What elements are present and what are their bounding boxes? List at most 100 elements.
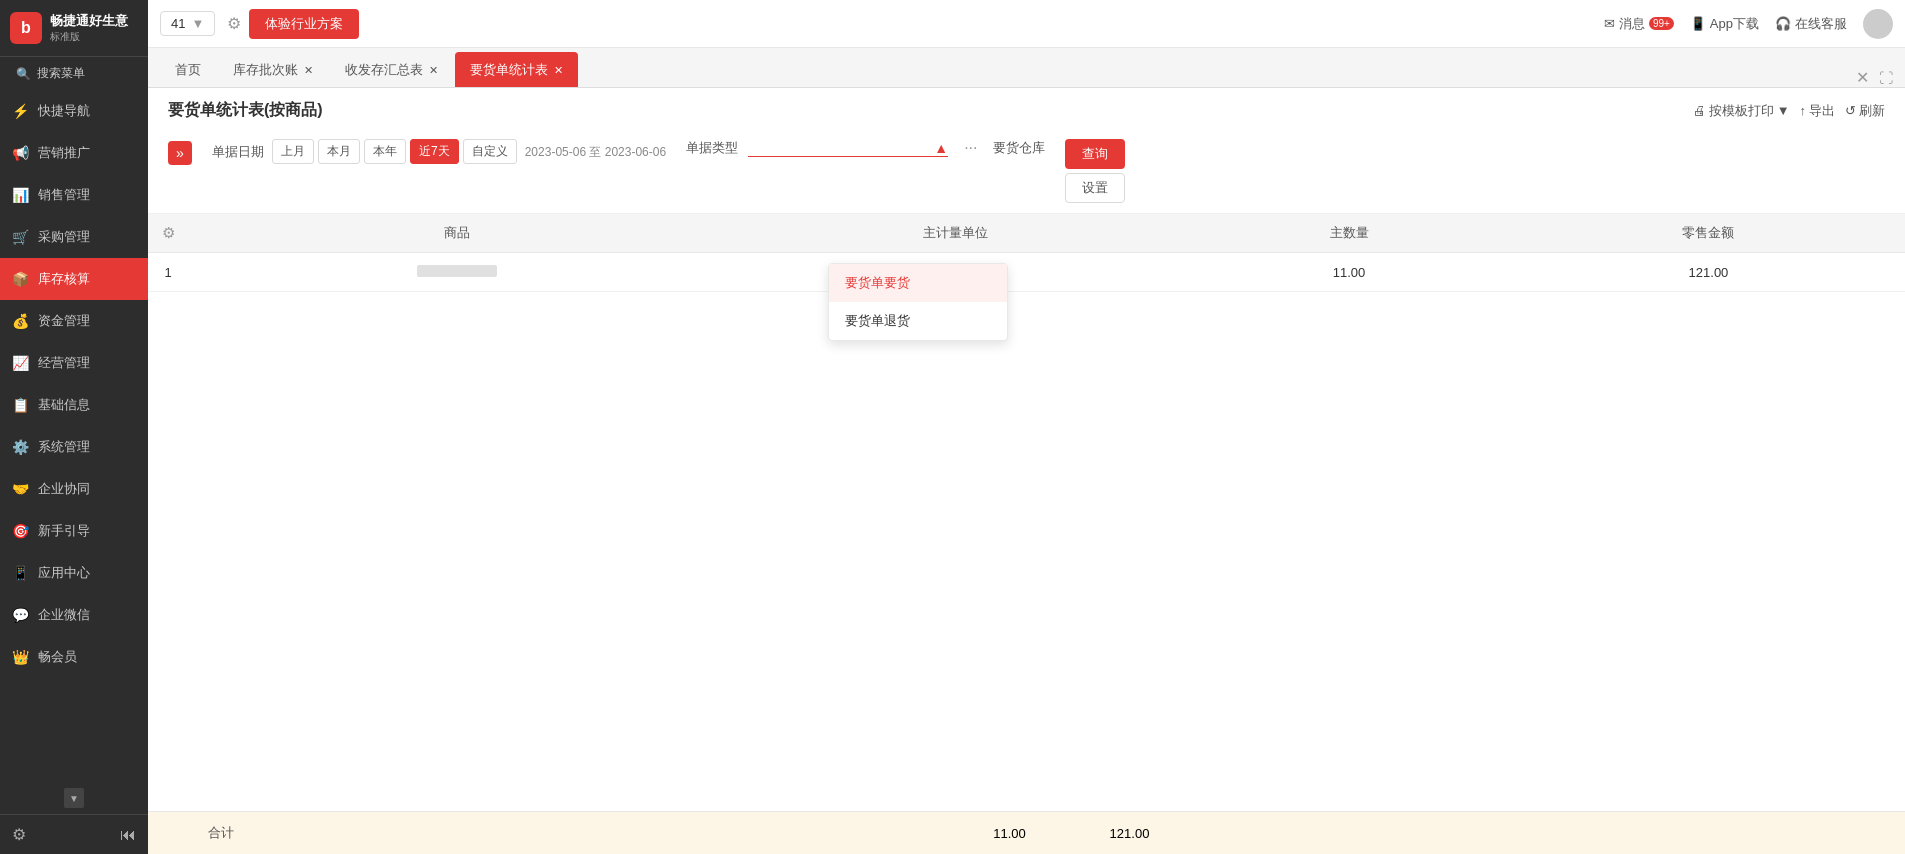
sidebar-item-enterprise[interactable]: 🤝 企业协同 [0, 468, 148, 510]
sidebar-item-purchase-label: 采购管理 [38, 228, 90, 246]
scroll-down-button[interactable]: ▼ [64, 788, 84, 808]
filter-right-group: 单据类型 ▲ ··· 要货仓库 [686, 139, 1045, 157]
filter-type-select-wrapper[interactable]: ▲ [748, 140, 948, 157]
tabbar-close-all-icon[interactable]: ✕ [1852, 68, 1873, 87]
filter-btn-last-month[interactable]: 上月 [272, 139, 314, 164]
settings-footer-icon[interactable]: ⚙ [12, 825, 26, 844]
app-download-icon: 📱 [1690, 16, 1706, 31]
online-service-icon: 🎧 [1775, 16, 1791, 31]
app-center-icon: 📱 [10, 563, 30, 583]
sidebar-item-operation[interactable]: 📈 经营管理 [0, 342, 148, 384]
collapse-sidebar-icon[interactable]: ⏮ [120, 826, 136, 844]
total-amount: 121.00 [1070, 826, 1190, 841]
sidebar-item-sales-label: 销售管理 [38, 186, 90, 204]
sidebar-item-marketing[interactable]: 📢 营销推广 [0, 132, 148, 174]
dropdown-item-order-return[interactable]: 要货单退货 [829, 302, 1007, 340]
sidebar-item-basic-label: 基础信息 [38, 396, 90, 414]
filter-btn-custom[interactable]: 自定义 [463, 139, 517, 164]
filter-warehouse-label: 要货仓库 [993, 139, 1045, 157]
sidebar-item-wechat[interactable]: 💬 企业微信 [0, 594, 148, 636]
page-title: 要货单统计表(按商品) [168, 100, 323, 121]
dropdown-item-order-delivery[interactable]: 要货单要货 [829, 264, 1007, 302]
tab-receivable-summary[interactable]: 收发存汇总表 ✕ [330, 52, 453, 87]
tab-home[interactable]: 首页 [160, 52, 216, 87]
refresh-action[interactable]: ↺ 刷新 [1845, 102, 1885, 120]
tab-order-stats[interactable]: 要货单统计表 ✕ [455, 52, 578, 87]
export-label: 导出 [1809, 102, 1835, 120]
export-action[interactable]: ↑ 导出 [1800, 102, 1836, 120]
sidebar-scroll-down[interactable]: ▼ [0, 782, 148, 814]
table-cell-index: 1 [148, 253, 188, 292]
filter-btn-recent-7[interactable]: 近7天 [410, 139, 459, 164]
filter-settings-button[interactable]: 设置 [1065, 173, 1125, 203]
brand-name: 畅捷通好生意 [50, 12, 128, 30]
company-selector[interactable]: 41 ▼ [160, 11, 215, 36]
topbar-gear-icon[interactable]: ⚙ [227, 14, 241, 33]
refresh-icon: ↺ [1845, 103, 1856, 118]
sidebar-item-quick-nav-label: 快捷导航 [38, 102, 90, 120]
refresh-label: 刷新 [1859, 102, 1885, 120]
filter-date-label: 单据日期 [212, 143, 264, 161]
sidebar-search[interactable]: 🔍 搜索菜单 [0, 57, 148, 90]
print-action[interactable]: 🖨 按模板打印 ▼ [1693, 102, 1790, 120]
sidebar-search-label: 搜索菜单 [37, 65, 85, 82]
search-icon: 🔍 [16, 67, 31, 81]
filter-type-chevron-icon[interactable]: ▲ [934, 140, 948, 156]
online-service-label: 在线客服 [1795, 15, 1847, 33]
basic-icon: 📋 [10, 395, 30, 415]
sidebar-item-inventory-label: 库存核算 [38, 270, 90, 288]
sidebar-item-vip-label: 畅会员 [38, 648, 77, 666]
sidebar-item-basic[interactable]: 📋 基础信息 [0, 384, 148, 426]
table-cell-product [188, 253, 726, 292]
sidebar-item-system[interactable]: ⚙️ 系统管理 [0, 426, 148, 468]
tab-receivable-summary-label: 收发存汇总表 [345, 61, 423, 79]
user-avatar[interactable] [1863, 9, 1893, 39]
sidebar-item-finance-label: 资金管理 [38, 312, 90, 330]
sidebar-item-quick-nav[interactable]: ⚡ 快捷导航 [0, 90, 148, 132]
sidebar-item-app-center-label: 应用中心 [38, 564, 90, 582]
export-icon: ↑ [1800, 103, 1807, 118]
filter-dots-icon[interactable]: ··· [964, 139, 977, 157]
table-settings-icon[interactable]: ⚙ [162, 224, 175, 241]
sidebar-item-guide[interactable]: 🎯 新手引导 [0, 510, 148, 552]
app-download-item[interactable]: 📱 App下载 [1690, 15, 1759, 33]
sidebar-item-inventory[interactable]: 📦 库存核算 [0, 258, 148, 300]
app-logo-icon: b [10, 12, 42, 44]
sidebar-item-vip[interactable]: 👑 畅会员 [0, 636, 148, 678]
filter-btn-this-year[interactable]: 本年 [364, 139, 406, 164]
tab-batch-account-close-icon[interactable]: ✕ [304, 64, 313, 77]
table-header-settings: ⚙ [148, 214, 188, 253]
sidebar-footer: ⚙ ⏮ [0, 814, 148, 854]
total-quantity: 11.00 [950, 826, 1070, 841]
app-download-label: App下载 [1710, 15, 1759, 33]
tab-order-stats-label: 要货单统计表 [470, 61, 548, 79]
company-selector-value: 41 [171, 16, 185, 31]
sidebar-item-sales[interactable]: 📊 销售管理 [0, 174, 148, 216]
table-footer: 合计 11.00 121.00 [148, 811, 1905, 854]
sidebar-item-app-center[interactable]: 📱 应用中心 [0, 552, 148, 594]
filter-date-group: 单据日期 上月 本月 本年 近7天 自定义 2023-05-06 至 2023-… [212, 139, 666, 164]
online-service-item[interactable]: 🎧 在线客服 [1775, 15, 1847, 33]
promo-button[interactable]: 体验行业方案 [249, 9, 359, 39]
topbar-right: ✉ 消息 99+ 📱 App下载 🎧 在线客服 [1604, 9, 1893, 39]
product-name-placeholder [417, 265, 497, 277]
query-button[interactable]: 查询 [1065, 139, 1125, 169]
filter-expand-button[interactable]: » [168, 141, 192, 165]
enterprise-icon: 🤝 [10, 479, 30, 499]
messages-item[interactable]: ✉ 消息 99+ [1604, 15, 1674, 33]
tab-receivable-summary-close-icon[interactable]: ✕ [429, 64, 438, 77]
sidebar-item-guide-label: 新手引导 [38, 522, 90, 540]
table-cell-quantity: 11.00 [1186, 253, 1512, 292]
tabbar-right: ✕ ⛶ [1852, 68, 1893, 87]
app-logo-text: 畅捷通好生意 标准版 [50, 12, 128, 44]
selector-arrow-icon: ▼ [191, 16, 204, 31]
topbar: 41 ▼ ⚙ 体验行业方案 ✉ 消息 99+ 📱 App下载 🎧 在线客服 [148, 0, 1905, 48]
sidebar-item-finance[interactable]: 💰 资金管理 [0, 300, 148, 342]
filter-btn-this-month[interactable]: 本月 [318, 139, 360, 164]
tabbar-expand-icon[interactable]: ⛶ [1879, 70, 1893, 86]
table-col-quantity: 主数量 [1186, 214, 1512, 253]
filter-type-input[interactable] [748, 140, 934, 155]
tab-order-stats-close-icon[interactable]: ✕ [554, 64, 563, 77]
tab-batch-account[interactable]: 库存批次账 ✕ [218, 52, 328, 87]
sidebar-item-purchase[interactable]: 🛒 采购管理 [0, 216, 148, 258]
